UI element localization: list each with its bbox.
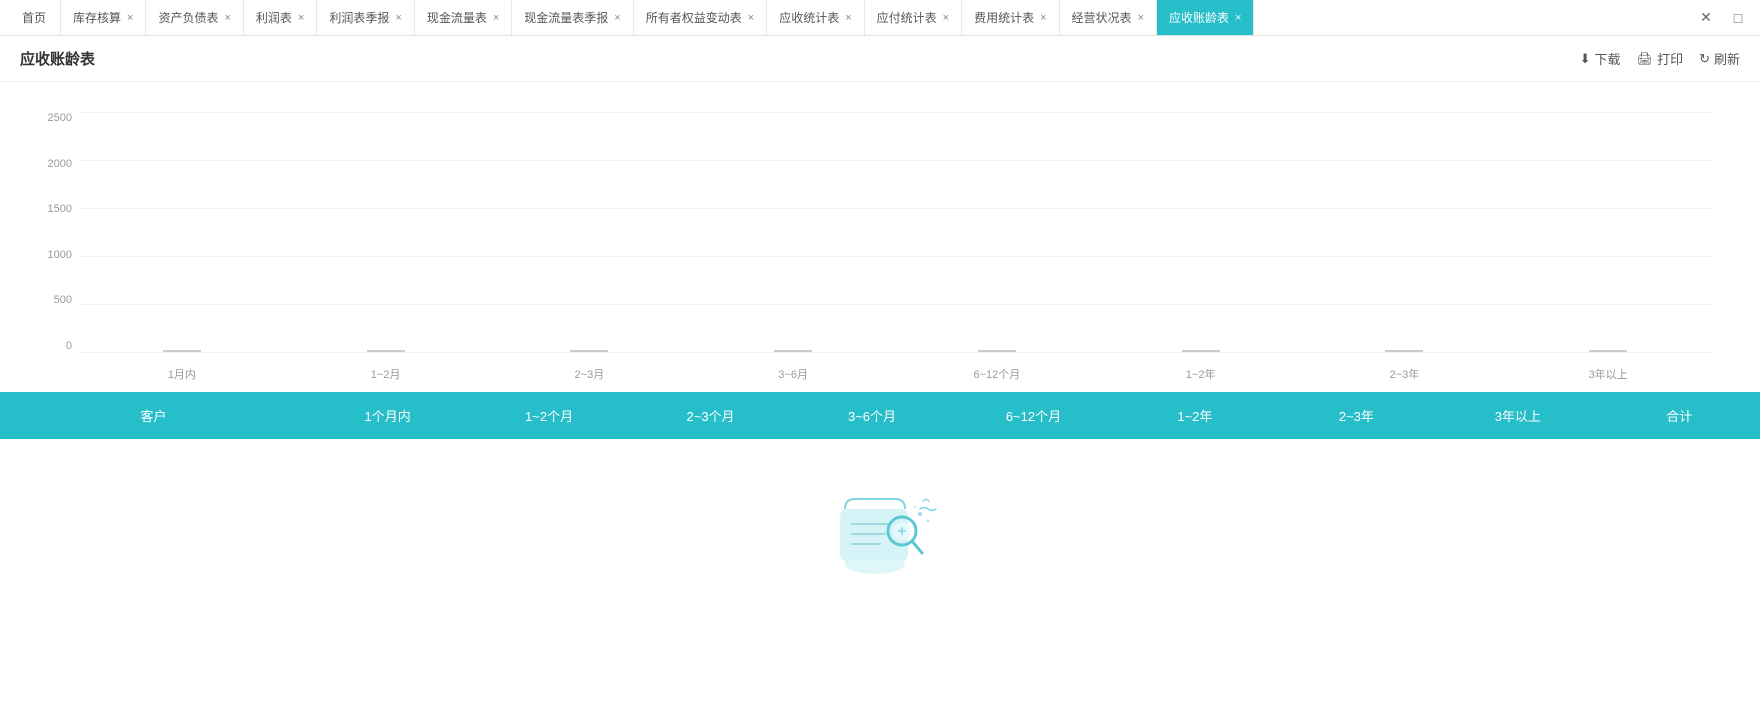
- refresh-icon: ↻: [1699, 51, 1710, 67]
- th-month612: 6~12个月: [953, 392, 1114, 439]
- th-month36: 3~6个月: [791, 392, 952, 439]
- x-label-23y: 2~3年: [1303, 366, 1507, 382]
- bar-36m: [774, 350, 812, 352]
- table-header: 客户 1个月内 1~2个月 2~3个月 3~6个月 6~12个月 1~2年 2~…: [0, 392, 1760, 439]
- print-button[interactable]: 🖨 打印: [1637, 49, 1684, 68]
- empty-icon: [820, 479, 940, 579]
- chart-area: 2500 2000 1500 1000 500 0: [0, 82, 1760, 392]
- th-month23: 2~3个月: [630, 392, 791, 439]
- tab-close-balance[interactable]: ×: [224, 12, 230, 24]
- tab-profit-quarterly[interactable]: 利润表季报 ×: [317, 0, 414, 36]
- bar-23m: [570, 350, 608, 352]
- th-total: 合计: [1599, 392, 1760, 439]
- bar-group-36m: [691, 350, 895, 352]
- y-label-2000: 2000: [48, 158, 72, 170]
- x-labels: 1月内 1~2月 2~3月 3~6月 6~12个月 1~2年 2~3年 3年以上: [80, 366, 1710, 382]
- th-year-above3: 3年以上: [1437, 392, 1598, 439]
- download-icon: ⬇: [1580, 51, 1591, 67]
- tab-close-profit-q[interactable]: ×: [395, 12, 401, 24]
- y-axis: 2500 2000 1500 1000 500 0: [30, 112, 80, 352]
- page-header: 应收账龄表 ⬇ 下载 🖨 打印 ↻ 刷新: [0, 36, 1760, 82]
- tab-close-expense[interactable]: ×: [1040, 12, 1046, 24]
- page-title: 应收账龄表: [20, 48, 95, 69]
- y-label-1500: 1500: [48, 203, 72, 215]
- bar-12y: [1182, 350, 1220, 352]
- tab-receivable-aging[interactable]: 应收账龄表 ×: [1157, 0, 1254, 36]
- tab-cashflow-quarterly[interactable]: 现金流量表季报 ×: [512, 0, 633, 36]
- x-label-23m: 2~3月: [488, 366, 692, 382]
- tab-home[interactable]: 首页: [8, 0, 61, 36]
- tab-close-receivable-aging[interactable]: ×: [1235, 12, 1241, 24]
- window-maximize-button[interactable]: □: [1724, 4, 1752, 32]
- th-month1: 1个月内: [307, 392, 468, 439]
- tab-close-cashflow[interactable]: ×: [493, 12, 499, 24]
- x-label-3yplus: 3年以上: [1506, 366, 1710, 382]
- tab-receivable-stats[interactable]: 应收统计表 ×: [767, 0, 864, 36]
- bar-3yplus: [1589, 350, 1627, 352]
- download-button[interactable]: ⬇ 下载: [1580, 49, 1621, 68]
- tab-payable-stats[interactable]: 应付统计表 ×: [865, 0, 962, 36]
- y-label-500: 500: [54, 294, 72, 306]
- th-customer: 客户: [0, 392, 307, 439]
- tab-profit[interactable]: 利润表 ×: [244, 0, 317, 36]
- th-year12: 1~2年: [1114, 392, 1275, 439]
- tab-close-operations[interactable]: ×: [1138, 12, 1144, 24]
- tab-bar: 首页 库存核算 × 资产负债表 × 利润表 × 利润表季报 × 现金流量表 × …: [0, 0, 1760, 36]
- bar-group-12m: [284, 350, 488, 352]
- print-icon: 🖨: [1637, 51, 1654, 67]
- x-label-12y: 1~2年: [1099, 366, 1303, 382]
- tab-close-cashflow-q[interactable]: ×: [614, 12, 620, 24]
- page-actions: ⬇ 下载 🖨 打印 ↻ 刷新: [1580, 49, 1740, 68]
- bar-12m: [367, 350, 405, 352]
- empty-state: [0, 439, 1760, 720]
- bar-group-23y: [1303, 350, 1507, 352]
- x-label-612m: 6~12个月: [895, 366, 1099, 382]
- tab-close-inventory[interactable]: ×: [127, 12, 133, 24]
- tab-inventory[interactable]: 库存核算 ×: [61, 0, 146, 36]
- x-label-36m: 3~6月: [691, 366, 895, 382]
- bar-1m: [163, 350, 201, 352]
- bar-group-1m: [80, 350, 284, 352]
- tab-close-receivable-stats[interactable]: ×: [845, 12, 851, 24]
- bar-group-12y: [1099, 350, 1303, 352]
- tab-close-equity[interactable]: ×: [748, 12, 754, 24]
- bar-23y: [1385, 350, 1423, 352]
- tab-cashflow[interactable]: 现金流量表 ×: [415, 0, 512, 36]
- th-month12: 1~2个月: [468, 392, 629, 439]
- tab-equity[interactable]: 所有者权益变动表 ×: [634, 0, 767, 36]
- tab-operations[interactable]: 经营状况表 ×: [1060, 0, 1157, 36]
- window-close-button[interactable]: ✕: [1692, 4, 1720, 32]
- y-label-0: 0: [66, 340, 72, 352]
- refresh-button[interactable]: ↻ 刷新: [1699, 49, 1740, 68]
- main-content: 2500 2000 1500 1000 500 0: [0, 82, 1760, 720]
- window-controls: ✕ □: [1692, 4, 1752, 32]
- tab-expense-stats[interactable]: 费用统计表 ×: [962, 0, 1059, 36]
- y-label-2500-top: 2500: [48, 112, 72, 124]
- y-label-1000: 1000: [48, 249, 72, 261]
- tab-close-payable-stats[interactable]: ×: [943, 12, 949, 24]
- x-label-12m: 1~2月: [284, 366, 488, 382]
- grid-line-0: [80, 352, 1710, 353]
- bar-group-612m: [895, 350, 1099, 352]
- bar-group-3yplus: [1506, 350, 1710, 352]
- bar-group-23m: [488, 350, 692, 352]
- bars-container: [80, 112, 1710, 352]
- bar-chart: 2500 2000 1500 1000 500 0: [30, 102, 1730, 382]
- bar-612m: [978, 350, 1016, 352]
- tab-balance-sheet[interactable]: 资产负债表 ×: [146, 0, 243, 36]
- tab-close-profit[interactable]: ×: [298, 12, 304, 24]
- x-label-1m: 1月内: [80, 366, 284, 382]
- th-year23: 2~3年: [1276, 392, 1437, 439]
